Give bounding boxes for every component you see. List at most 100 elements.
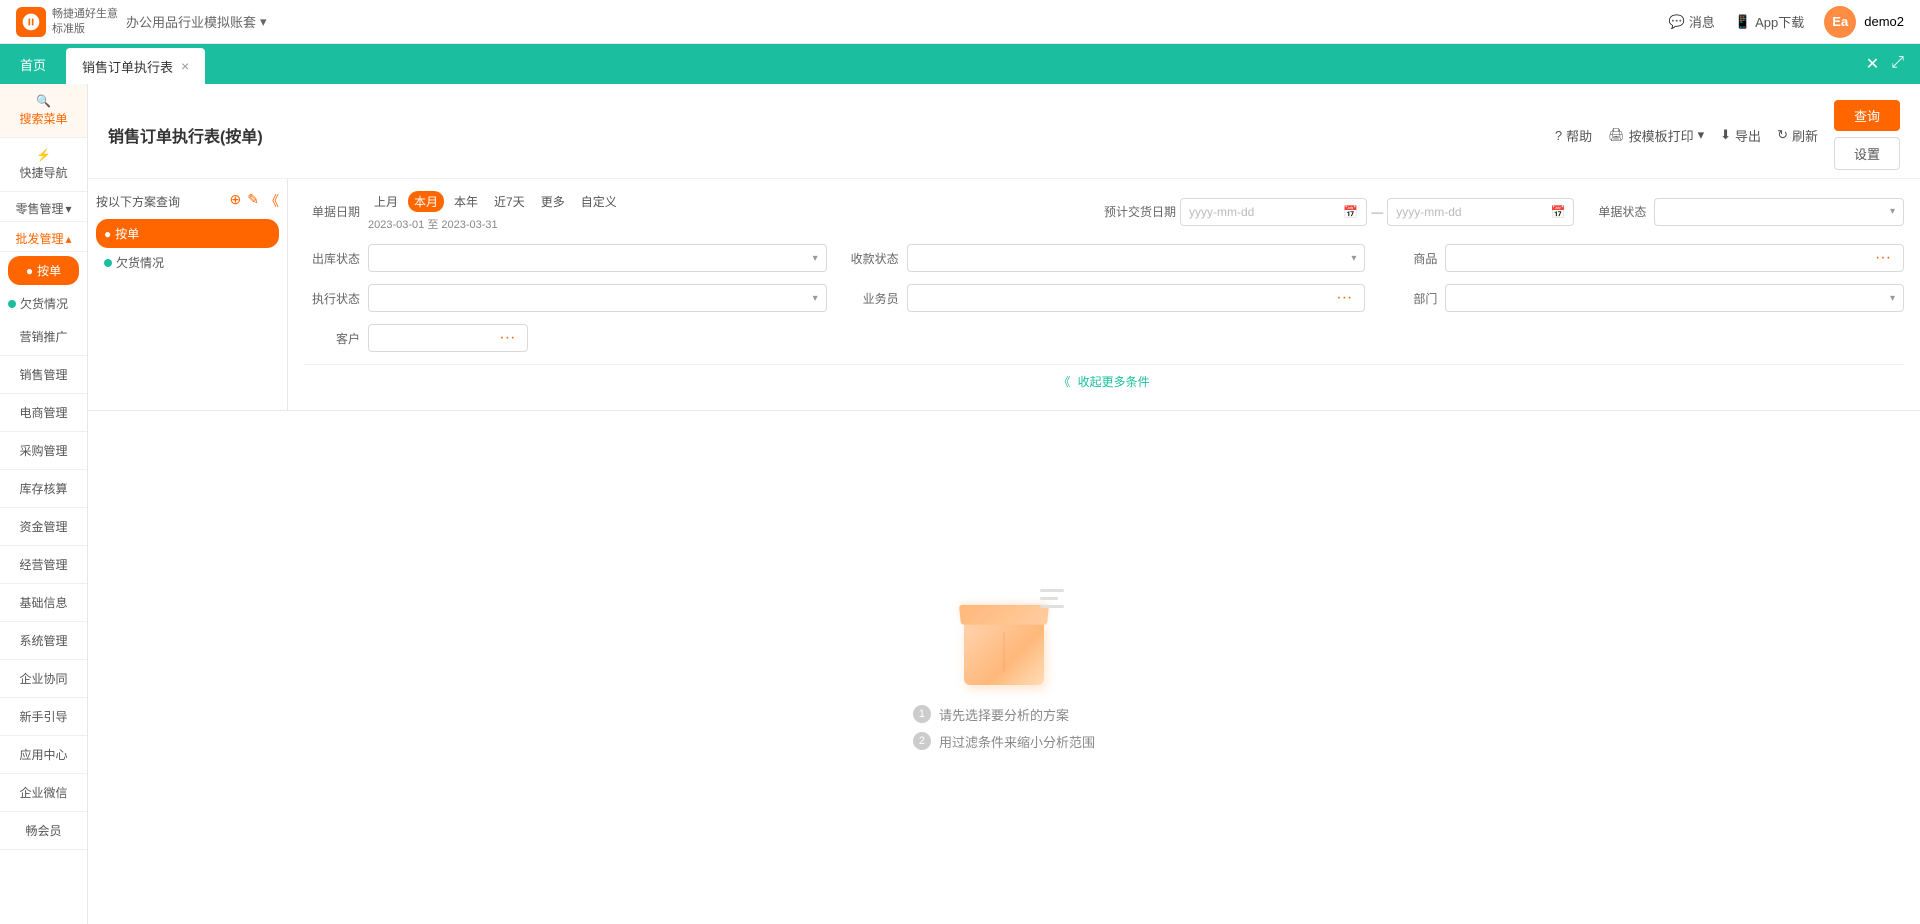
chevron-down-icon2: ▾ (1890, 206, 1895, 217)
order-date-label: 单据日期 (304, 203, 360, 220)
delivery-date-end[interactable]: yyyy-mm-dd 📅 (1387, 198, 1574, 226)
chevron-down-icon6: ▾ (1890, 293, 1895, 304)
setting-button[interactable]: 设置 (1834, 137, 1900, 170)
sidebar-item-search[interactable]: 🔍 搜索菜单 (0, 84, 87, 138)
query-button[interactable]: 查询 (1834, 100, 1900, 131)
logo: 畅捷通好生意 标准版 (16, 7, 118, 37)
sidebar-item-member[interactable]: 畅会员 (0, 812, 87, 850)
salesperson-select[interactable]: ··· (907, 284, 1366, 312)
tab-active[interactable]: 销售订单执行表 × (66, 48, 205, 84)
message-button[interactable]: 💬 消息 (1669, 12, 1715, 31)
deco-lines (1040, 589, 1064, 608)
page-header: 销售订单执行表(按单) ? 帮助 🖨 按模板打印 ▾ ⬇ 导出 ↻ 刷新 (88, 84, 1920, 179)
chat-icon: 💬 (1669, 14, 1685, 30)
sidebar-item-sales[interactable]: 销售管理 (0, 356, 87, 394)
order-date-field: 单据日期 上月 本月 本年 近7天 更多 自定义 2023- (304, 191, 1088, 232)
scheme-order[interactable]: ● 按单 (96, 219, 279, 248)
sidebar-item-purchase[interactable]: 采购管理 (0, 432, 87, 470)
sidebar-item-ecommerce[interactable]: 电商管理 (0, 394, 87, 432)
empty-illustration (944, 585, 1064, 685)
exec-status-label: 执行状态 (304, 290, 360, 307)
help-button[interactable]: ? 帮助 (1555, 126, 1592, 145)
btn-this-month[interactable]: 本月 (408, 191, 444, 212)
doc-status-select[interactable]: ▾ (1654, 198, 1904, 226)
tab-close-icon[interactable]: × (181, 58, 189, 74)
user-area[interactable]: Ea demo2 (1824, 6, 1904, 38)
sidebar-item-newbie[interactable]: 新手引导 (0, 698, 87, 736)
filter-form: 单据日期 上月 本月 本年 近7天 更多 自定义 2023- (288, 179, 1920, 410)
customer-more-icon[interactable]: ··· (495, 329, 519, 347)
btn-last-month[interactable]: 上月 (368, 191, 404, 212)
receipt-status-select[interactable]: ▾ (907, 244, 1366, 272)
print-button[interactable]: 🖨 按模板打印 ▾ (1608, 126, 1704, 145)
sidebar: 🔍 搜索菜单 ⚡ 快捷导航 零售管理 ▾ 批发管理 ▴ ● 按单 欠货情况 营销… (0, 84, 88, 924)
btn-this-year[interactable]: 本年 (448, 191, 484, 212)
search-icon: 🔍 (36, 94, 51, 108)
edit-scheme-icon[interactable]: ✎ (247, 191, 259, 211)
topbar-left: 畅捷通好生意 标准版 办公用品行业模拟账套 ▾ (16, 7, 267, 37)
sidebar-item-quick-nav[interactable]: ⚡ 快捷导航 (0, 138, 87, 192)
sidebar-sub-debt[interactable]: 欠货情况 (0, 289, 87, 318)
refresh-button[interactable]: ↻ 刷新 (1777, 126, 1818, 145)
exec-status-field: 执行状态 ▾ (304, 284, 827, 312)
filter-scheme-header: 按以下方案查询 ⊕ ✎ 《 (96, 191, 279, 211)
delivery-date-start[interactable]: yyyy-mm-dd 📅 (1180, 198, 1367, 226)
app-selector[interactable]: 办公用品行业模拟账套 ▾ (126, 12, 267, 31)
filter-row-2: 出库状态 ▾ 收款状态 ▾ 商品 (304, 244, 1904, 272)
salesperson-more-icon[interactable]: ··· (1332, 289, 1356, 307)
receipt-status-field: 收款状态 ▾ (843, 244, 1366, 272)
sidebar-item-system[interactable]: 系统管理 (0, 622, 87, 660)
print-arrow-icon: ▾ (1698, 127, 1705, 143)
scheme-order-icon: ● (104, 227, 111, 241)
out-status-select[interactable]: ▾ (368, 244, 827, 272)
close-window-icon[interactable]: ✕ (1866, 54, 1879, 74)
print-icon: 🖨 (1608, 127, 1625, 143)
sidebar-item-enterprise[interactable]: 企业协同 (0, 660, 87, 698)
doc-status-label: 单据状态 (1590, 203, 1646, 220)
delivery-date-label: 预计交货日期 (1104, 203, 1176, 220)
circle-icon: ● (26, 264, 33, 278)
sidebar-item-basic[interactable]: 基础信息 (0, 584, 87, 622)
sidebar-sub-order[interactable]: ● 按单 (8, 256, 79, 285)
date-range-text: 2023-03-01 至 2023-03-31 (368, 216, 498, 232)
scheme-debt[interactable]: 欠货情况 (96, 248, 279, 277)
maximize-icon[interactable]: ⤢ (1891, 54, 1904, 74)
btn-last-7[interactable]: 近7天 (488, 191, 531, 212)
nav-icon: ⚡ (36, 148, 51, 162)
date-sep: — (1371, 205, 1383, 219)
collapse-arrow-icon: 《 (1058, 375, 1070, 389)
filter-collapse-button[interactable]: 《 收起更多条件 (304, 364, 1904, 398)
goods-more-icon[interactable]: ··· (1871, 249, 1895, 267)
sidebar-item-marketing[interactable]: 营销推广 (0, 318, 87, 356)
goods-select[interactable]: ··· (1445, 244, 1904, 272)
tip-num-2: 2 (913, 732, 931, 750)
sidebar-item-operation[interactable]: 经营管理 (0, 546, 87, 584)
sidebar-item-wholesale[interactable]: 批发管理 ▴ (0, 222, 87, 252)
export-icon: ⬇ (1720, 127, 1731, 143)
chevron-down-icon3: ▾ (813, 253, 818, 264)
dot-icon2 (104, 259, 112, 267)
box-line (1004, 632, 1005, 672)
btn-more[interactable]: 更多 (535, 191, 571, 212)
sidebar-item-appcenter[interactable]: 应用中心 (0, 736, 87, 774)
delivery-date-field: 预计交货日期 yyyy-mm-dd 📅 — yyyy-mm-dd 📅 (1104, 198, 1574, 226)
exec-status-select[interactable]: ▾ (368, 284, 827, 312)
department-select[interactable]: ▾ (1445, 284, 1904, 312)
sidebar-item-finance[interactable]: 资金管理 (0, 508, 87, 546)
mobile-icon: 📱 (1735, 14, 1751, 30)
export-button[interactable]: ⬇ 导出 (1720, 126, 1761, 145)
sidebar-item-retail[interactable]: 零售管理 ▾ (0, 192, 87, 222)
logo-text: 畅捷通好生意 标准版 (52, 7, 118, 36)
customer-field: 客户 ··· (304, 324, 528, 352)
avatar: Ea (1824, 6, 1856, 38)
sidebar-item-wechat[interactable]: 企业微信 (0, 774, 87, 812)
collapse-scheme-icon[interactable]: 《 (265, 191, 279, 211)
box-body (964, 620, 1044, 685)
sidebar-item-inventory[interactable]: 库存核算 (0, 470, 87, 508)
tab-home[interactable]: 首页 (0, 44, 66, 84)
add-scheme-icon[interactable]: ⊕ (230, 191, 242, 211)
app-download-button[interactable]: 📱 App下载 (1735, 12, 1804, 31)
filter-row-1: 单据日期 上月 本月 本年 近7天 更多 自定义 2023- (304, 191, 1904, 232)
btn-custom[interactable]: 自定义 (575, 191, 623, 212)
customer-select[interactable]: ··· (368, 324, 528, 352)
